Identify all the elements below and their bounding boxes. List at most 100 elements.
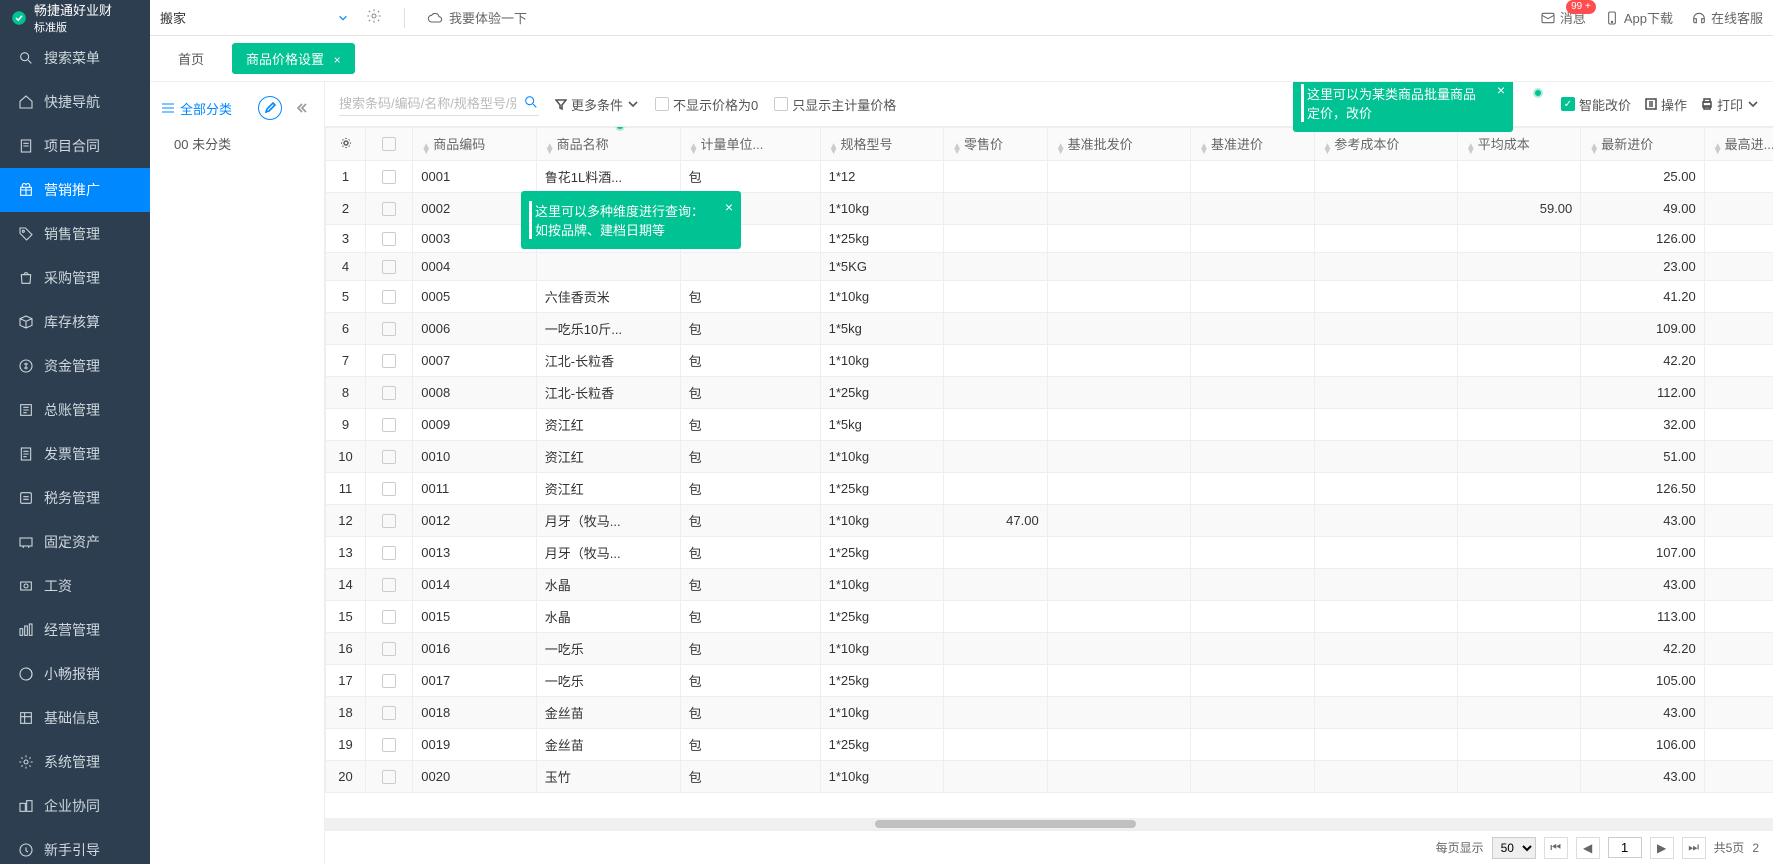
cell-retail[interactable] [944, 161, 1048, 193]
cell-latest[interactable]: 25.00 [1581, 161, 1704, 193]
cell-retail[interactable] [944, 409, 1048, 441]
table-row[interactable]: 110011资江红包1*25kg126.50 [326, 473, 1773, 505]
cell-inbase[interactable] [1191, 505, 1314, 537]
sidebar-item-money[interactable]: 资金管理 [0, 344, 150, 388]
cell-latest[interactable]: 109.00 [1581, 313, 1704, 345]
sidebar-item-gift[interactable]: 营销推广 [0, 168, 150, 212]
cell-refcost[interactable] [1314, 409, 1457, 441]
sidebar-item-guide[interactable]: 新手引导 [0, 828, 150, 864]
cell-refcost[interactable] [1314, 569, 1457, 601]
row-checkbox[interactable] [382, 290, 396, 304]
cell-avgcost[interactable] [1457, 697, 1580, 729]
column-header[interactable]: ▲▼平均成本 [1457, 128, 1580, 161]
cell-inbase[interactable] [1191, 409, 1314, 441]
column-header[interactable] [366, 128, 413, 161]
cell-refcost[interactable] [1314, 345, 1457, 377]
cell-inbase[interactable] [1191, 193, 1314, 225]
cell-avgcost[interactable] [1457, 161, 1580, 193]
cell-retail[interactable] [944, 441, 1048, 473]
cell-latest[interactable]: 42.20 [1581, 633, 1704, 665]
category-item-unclassified[interactable]: 00 未分类 [150, 124, 324, 163]
operations-button[interactable]: 操作 [1645, 95, 1687, 114]
cell-highest[interactable] [1704, 161, 1773, 193]
row-checkbox[interactable] [382, 386, 396, 400]
column-header[interactable] [326, 128, 366, 161]
column-header[interactable]: ▲▼规格型号 [820, 128, 943, 161]
app-download-button[interactable]: App下载 [1604, 8, 1673, 27]
row-checkbox[interactable] [382, 514, 396, 528]
cell-inbase[interactable] [1191, 601, 1314, 633]
cell-highest[interactable] [1704, 729, 1773, 761]
sidebar-item-box[interactable]: 库存核算 [0, 300, 150, 344]
cell-refcost[interactable] [1314, 537, 1457, 569]
cell-inbase[interactable] [1191, 161, 1314, 193]
column-header[interactable]: ▲▼计量单位... [680, 128, 820, 161]
cell-retail[interactable] [944, 313, 1048, 345]
cell-latest[interactable]: 126.00 [1581, 225, 1704, 253]
row-checkbox[interactable] [382, 322, 396, 336]
pager-next-button[interactable]: ▶ [1650, 837, 1674, 859]
cell-wholesale[interactable] [1047, 473, 1190, 505]
cell-latest[interactable]: 106.00 [1581, 729, 1704, 761]
only-main-unit-checkbox[interactable]: 只显示主计量价格 [774, 95, 896, 114]
cell-highest[interactable] [1704, 633, 1773, 665]
sidebar-item-biz[interactable]: 经营管理 [0, 608, 150, 652]
row-checkbox[interactable] [382, 642, 396, 656]
cell-highest[interactable] [1704, 665, 1773, 697]
cell-avgcost[interactable] [1457, 441, 1580, 473]
cell-wholesale[interactable] [1047, 601, 1190, 633]
cell-avgcost[interactable] [1457, 473, 1580, 505]
row-checkbox[interactable] [382, 170, 396, 184]
column-header[interactable]: ▲▼最新进价 [1581, 128, 1704, 161]
cell-latest[interactable]: 105.00 [1581, 665, 1704, 697]
table-row[interactable]: 120012月牙（牧马...包1*10kg47.0043.00 [326, 505, 1773, 537]
cell-wholesale[interactable] [1047, 313, 1190, 345]
cell-wholesale[interactable] [1047, 377, 1190, 409]
cell-retail[interactable]: 47.00 [944, 505, 1048, 537]
cell-highest[interactable] [1704, 409, 1773, 441]
cell-refcost[interactable] [1314, 601, 1457, 633]
pager-last-button[interactable]: ⏭ [1682, 837, 1706, 859]
column-header[interactable]: ▲▼最高进... [1704, 128, 1773, 161]
cell-inbase[interactable] [1191, 537, 1314, 569]
sidebar-item-search[interactable]: 搜索菜单 [0, 36, 150, 80]
cell-inbase[interactable] [1191, 665, 1314, 697]
cell-inbase[interactable] [1191, 473, 1314, 505]
cell-highest[interactable] [1704, 441, 1773, 473]
cell-latest[interactable]: 49.00 [1581, 193, 1704, 225]
cell-highest[interactable] [1704, 697, 1773, 729]
tab-price-settings[interactable]: 商品价格设置 × [232, 43, 355, 74]
sidebar-item-bag[interactable]: 采购管理 [0, 256, 150, 300]
cell-wholesale[interactable] [1047, 729, 1190, 761]
table-row[interactable]: 90009资江红包1*5kg32.00 [326, 409, 1773, 441]
cell-inbase[interactable] [1191, 761, 1314, 793]
cell-latest[interactable]: 43.00 [1581, 505, 1704, 537]
category-all[interactable]: 全部分类 [150, 92, 324, 124]
cell-avgcost[interactable] [1457, 633, 1580, 665]
cell-avgcost[interactable] [1457, 281, 1580, 313]
cell-latest[interactable]: 43.00 [1581, 761, 1704, 793]
cell-highest[interactable] [1704, 473, 1773, 505]
table-row[interactable]: 400041*5KG23.00 [326, 253, 1773, 281]
cell-refcost[interactable] [1314, 377, 1457, 409]
cell-avgcost[interactable] [1457, 761, 1580, 793]
cell-refcost[interactable] [1314, 697, 1457, 729]
sidebar-item-ledger[interactable]: 总账管理 [0, 388, 150, 432]
cell-highest[interactable] [1704, 313, 1773, 345]
cell-inbase[interactable] [1191, 633, 1314, 665]
sidebar-item-report[interactable]: 小畅报销 [0, 652, 150, 696]
cell-refcost[interactable] [1314, 633, 1457, 665]
row-checkbox[interactable] [382, 610, 396, 624]
cell-wholesale[interactable] [1047, 633, 1190, 665]
sidebar-item-corp[interactable]: 企业协同 [0, 784, 150, 828]
table-row[interactable]: 80008江北-长粒香包1*25kg112.00 [326, 377, 1773, 409]
try-experience-button[interactable]: 我要体验一下 [427, 8, 527, 27]
hide-zero-checkbox[interactable]: 不显示价格为0 [655, 95, 758, 114]
cell-latest[interactable]: 113.00 [1581, 601, 1704, 633]
cell-inbase[interactable] [1191, 377, 1314, 409]
row-checkbox[interactable] [382, 354, 396, 368]
cell-latest[interactable]: 112.00 [1581, 377, 1704, 409]
cell-refcost[interactable] [1314, 281, 1457, 313]
cell-retail[interactable] [944, 473, 1048, 505]
cell-latest[interactable]: 43.00 [1581, 697, 1704, 729]
